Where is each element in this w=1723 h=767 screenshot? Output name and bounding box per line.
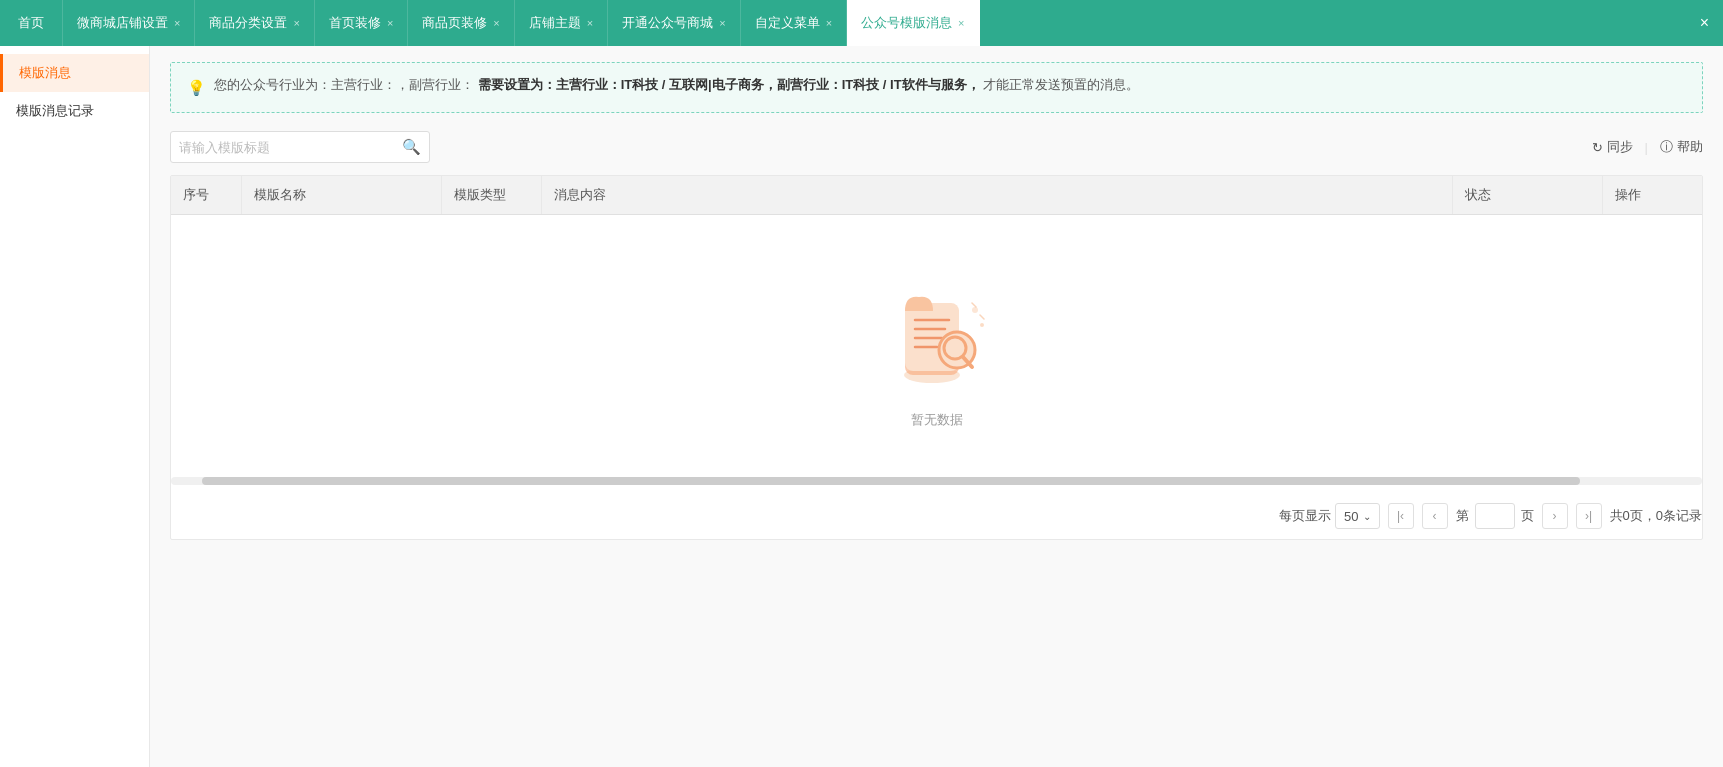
sidebar-item-template-msg-record[interactable]: 模版消息记录 (0, 92, 149, 130)
nav-tab-open-mall[interactable]: 开通公众号商城 × (608, 0, 740, 46)
notice-text-prefix: 您的公众号行业为：主营行业：，副营行业： (214, 77, 474, 92)
page-next-button[interactable]: › (1542, 503, 1568, 529)
close-icon[interactable]: × (719, 17, 725, 29)
page-first-icon: |‹ (1397, 509, 1404, 523)
empty-illustration (877, 275, 997, 395)
sidebar-item-template-msg-label: 模版消息 (19, 65, 71, 80)
page-size-value: 50 (1344, 509, 1358, 524)
table-container: 序号 模版名称 模版类型 消息内容 状态 (170, 175, 1703, 540)
close-all-button[interactable]: × (1686, 0, 1723, 46)
nav-tab-product-decor-label: 商品页装修 (422, 14, 487, 32)
notice-text-suffix: 才能正常发送预置的消息。 (983, 77, 1139, 92)
nav-tab-product-category[interactable]: 商品分类设置 × (195, 0, 314, 46)
page-input-wrap: 第 1 页 (1456, 503, 1534, 529)
page-last-button[interactable]: ›| (1576, 503, 1602, 529)
page-size-select: 每页显示 50 ⌄ (1279, 503, 1379, 529)
sync-label: 同步 (1607, 138, 1633, 156)
data-table: 序号 模版名称 模版类型 消息内容 状态 (171, 176, 1702, 469)
nav-tab-shop-settings[interactable]: 微商城店铺设置 × (63, 0, 195, 46)
nav-tab-custom-menu-label: 自定义菜单 (755, 14, 820, 32)
nav-tab-template-msg[interactable]: 公众号模版消息 × (847, 0, 979, 46)
sync-icon: ↻ (1592, 140, 1603, 155)
col-seq: 序号 (171, 176, 241, 215)
page-size-dropdown[interactable]: 50 ⌄ (1335, 503, 1379, 529)
nav-tab-product-decor[interactable]: 商品页装修 × (408, 0, 514, 46)
nav-tab-shop-settings-label: 微商城店铺设置 (77, 14, 168, 32)
nav-tab-home[interactable]: 首页 (0, 0, 63, 46)
close-icon[interactable]: × (293, 17, 299, 29)
col-content: 消息内容 (541, 176, 1452, 215)
close-icon[interactable]: × (387, 17, 393, 29)
nav-tab-shop-theme[interactable]: 店铺主题 × (515, 0, 608, 46)
help-button[interactable]: ⓘ 帮助 (1660, 138, 1703, 156)
nav-tab-custom-menu[interactable]: 自定义菜单 × (741, 0, 847, 46)
page-label-before: 第 (1456, 507, 1469, 525)
chevron-right-icon: › (1553, 509, 1557, 523)
col-type: 模版类型 (441, 176, 541, 215)
page-prev-button[interactable]: ‹ (1422, 503, 1448, 529)
pagination-row: 每页显示 50 ⌄ |‹ ‹ 第 1 页 (171, 493, 1702, 539)
close-icon[interactable]: × (826, 17, 832, 29)
empty-text: 暂无数据 (911, 411, 963, 429)
empty-state: 暂无数据 (171, 215, 1702, 469)
col-status: 状态 (1452, 176, 1602, 215)
page-last-icon: ›| (1585, 509, 1592, 523)
search-input[interactable] (179, 140, 398, 155)
svg-line-12 (972, 303, 976, 307)
svg-point-11 (980, 323, 984, 327)
nav-tab-open-mall-label: 开通公众号商城 (622, 14, 713, 32)
sidebar-item-template-msg-record-label: 模版消息记录 (16, 103, 94, 118)
notice-text: 您的公众号行业为：主营行业：，副营行业： 需要设置为：主营行业：IT科技 / 互… (214, 75, 1139, 96)
page-size-label: 每页显示 (1279, 507, 1331, 525)
horizontal-scrollbar[interactable] (171, 477, 1702, 485)
bulb-icon: 💡 (187, 76, 206, 100)
empty-row: 暂无数据 (171, 215, 1702, 470)
nav-tab-shop-theme-label: 店铺主题 (529, 14, 581, 32)
page-number-input[interactable]: 1 (1475, 503, 1515, 529)
close-all-icon: × (1700, 14, 1709, 32)
page-total-label: 共0页，0条记录 (1610, 507, 1702, 525)
close-icon[interactable]: × (493, 17, 499, 29)
sidebar: 模版消息 模版消息记录 (0, 46, 150, 767)
svg-point-10 (972, 307, 978, 313)
nav-tab-home-decor-label: 首页装修 (329, 14, 381, 32)
nav-home-label: 首页 (18, 14, 44, 32)
chevron-down-icon: ⌄ (1363, 511, 1371, 522)
help-icon: ⓘ (1660, 138, 1673, 156)
close-icon[interactable]: × (174, 17, 180, 29)
nav-tab-template-msg-label: 公众号模版消息 (861, 14, 952, 32)
search-input-wrap[interactable]: 🔍 (170, 131, 430, 163)
close-icon[interactable]: × (958, 17, 964, 29)
top-nav: 首页 微商城店铺设置 × 商品分类设置 × 首页装修 × 商品页装修 × 店铺主… (0, 0, 1723, 46)
sync-button[interactable]: ↻ 同步 (1592, 138, 1633, 156)
scrollbar-thumb[interactable] (202, 477, 1580, 485)
svg-line-13 (980, 315, 984, 319)
table-header-row: 序号 模版名称 模版类型 消息内容 状态 (171, 176, 1702, 215)
toolbar-right: ↻ 同步 | ⓘ 帮助 (1592, 138, 1703, 156)
page-label-after: 页 (1521, 507, 1534, 525)
notice-highlight-text: 需要设置为：主营行业：IT科技 / 互联网|电子商务，副营行业：IT科技 / I… (478, 77, 980, 92)
chevron-left-icon: ‹ (1433, 509, 1437, 523)
notice-box: 💡 您的公众号行业为：主营行业：，副营行业： 需要设置为：主营行业：IT科技 /… (170, 62, 1703, 113)
nav-tab-home-decor[interactable]: 首页装修 × (315, 0, 408, 46)
page-first-button[interactable]: |‹ (1388, 503, 1414, 529)
nav-tab-product-category-label: 商品分类设置 (209, 14, 287, 32)
search-row: 🔍 ↻ 同步 | ⓘ 帮助 (170, 131, 1703, 163)
content-area: 💡 您的公众号行业为：主营行业：，副营行业： 需要设置为：主营行业：IT科技 /… (150, 46, 1723, 767)
help-label: 帮助 (1677, 138, 1703, 156)
close-icon[interactable]: × (587, 17, 593, 29)
toolbar-divider: | (1645, 140, 1648, 155)
col-action: 操作 (1602, 176, 1702, 215)
col-name: 模版名称 (241, 176, 441, 215)
main-layout: 模版消息 模版消息记录 💡 您的公众号行业为：主营行业：，副营行业： 需要设置为… (0, 46, 1723, 767)
sidebar-item-template-msg[interactable]: 模版消息 (0, 54, 149, 92)
search-icon[interactable]: 🔍 (402, 138, 421, 156)
